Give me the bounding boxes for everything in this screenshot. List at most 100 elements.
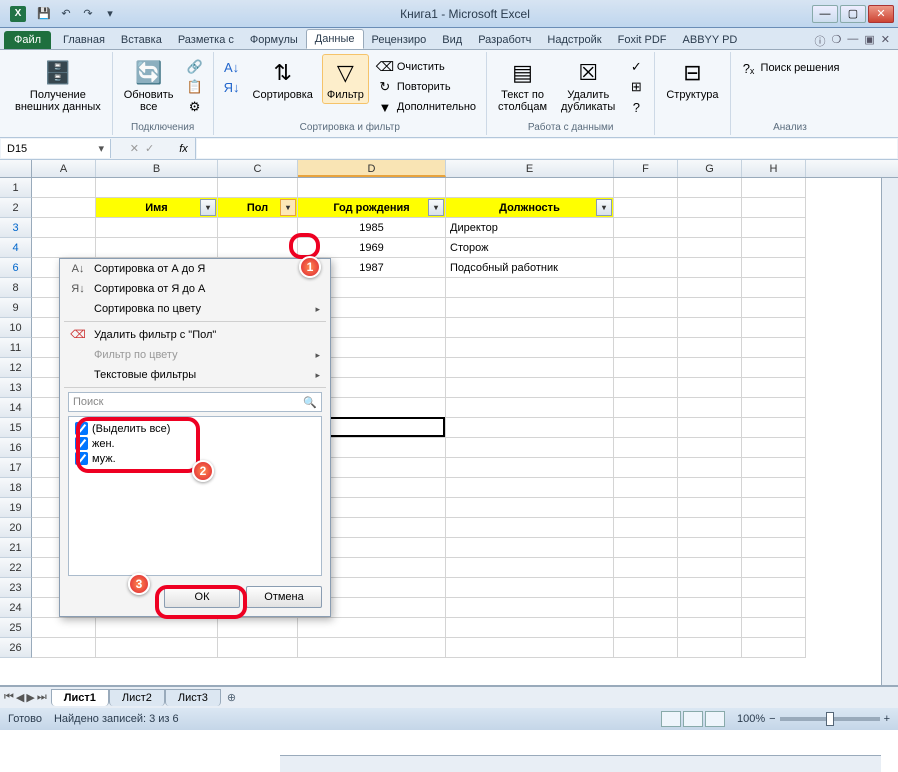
checkbox[interactable] xyxy=(75,422,88,435)
cell-F23[interactable] xyxy=(614,578,678,598)
cell-H20[interactable] xyxy=(742,518,806,538)
filter-dropdown-C[interactable]: ▾ xyxy=(280,199,296,216)
cell-E8[interactable] xyxy=(446,278,614,298)
cell-H21[interactable] xyxy=(742,538,806,558)
cell-G25[interactable] xyxy=(678,618,742,638)
row-header[interactable]: 3 xyxy=(0,218,32,238)
page-break-view-button[interactable] xyxy=(705,711,725,727)
cell-H25[interactable] xyxy=(742,618,806,638)
cell-A25[interactable] xyxy=(32,618,96,638)
cell-E22[interactable] xyxy=(446,558,614,578)
sort-asc-item[interactable]: A↓ Сортировка от А до Я xyxy=(60,259,330,279)
row-header[interactable]: 12 xyxy=(0,358,32,378)
row-header[interactable]: 21 xyxy=(0,538,32,558)
cell-F14[interactable] xyxy=(614,398,678,418)
zoom-out-button[interactable]: − xyxy=(769,713,775,725)
col-E[interactable]: E xyxy=(446,160,614,177)
row-header[interactable]: 4 xyxy=(0,238,32,258)
cell-G22[interactable] xyxy=(678,558,742,578)
tab-view[interactable]: Вид xyxy=(434,31,470,49)
tab-foxit[interactable]: Foxit PDF xyxy=(610,31,675,49)
cell-H10[interactable] xyxy=(742,318,806,338)
cell-B26[interactable] xyxy=(96,638,218,658)
cell-B1[interactable] xyxy=(96,178,218,198)
cell-F15[interactable] xyxy=(614,418,678,438)
cell-A4[interactable] xyxy=(32,238,96,258)
cell-F10[interactable] xyxy=(614,318,678,338)
solver-button[interactable]: ?ₓПоиск решения xyxy=(737,54,844,77)
cell-E2[interactable]: Должность▾ xyxy=(446,198,614,218)
cell-A3[interactable] xyxy=(32,218,96,238)
cell-D1[interactable] xyxy=(298,178,446,198)
cell-C2[interactable]: Пол▾ xyxy=(218,198,298,218)
vertical-scrollbar[interactable] xyxy=(881,178,898,685)
cell-H13[interactable] xyxy=(742,378,806,398)
check-select-all[interactable]: (Выделить все) xyxy=(73,421,317,436)
cell-F11[interactable] xyxy=(614,338,678,358)
page-layout-view-button[interactable] xyxy=(683,711,703,727)
cell-E26[interactable] xyxy=(446,638,614,658)
cell-E23[interactable] xyxy=(446,578,614,598)
check-item-female[interactable]: жен. xyxy=(73,436,317,451)
minimize-ribbon-icon[interactable]: ⓘ xyxy=(815,33,826,49)
cell-C3[interactable] xyxy=(218,218,298,238)
reapply-button[interactable]: ↻Повторить xyxy=(373,78,480,96)
consolidate-button[interactable]: ⊞ xyxy=(624,78,648,96)
cell-H23[interactable] xyxy=(742,578,806,598)
maximize-button[interactable]: ▢ xyxy=(840,5,866,23)
row-header[interactable]: 1 xyxy=(0,178,32,198)
cell-H12[interactable] xyxy=(742,358,806,378)
cell-G24[interactable] xyxy=(678,598,742,618)
text-to-columns-button[interactable]: ▤ Текст по столбцам xyxy=(493,54,552,116)
filter-dropdown-B[interactable]: ▾ xyxy=(200,199,216,216)
name-box[interactable]: D15 ▾ xyxy=(1,139,111,158)
cell-H15[interactable] xyxy=(742,418,806,438)
zoom-slider[interactable] xyxy=(780,717,880,721)
last-sheet-icon[interactable]: ⏭ xyxy=(37,691,47,704)
tab-addins[interactable]: Надстройк xyxy=(539,31,609,49)
help-icon[interactable]: ❍ xyxy=(832,33,842,49)
cell-H24[interactable] xyxy=(742,598,806,618)
cell-H19[interactable] xyxy=(742,498,806,518)
tab-insert[interactable]: Вставка xyxy=(113,31,170,49)
row-header[interactable]: 16 xyxy=(0,438,32,458)
advanced-button[interactable]: ▼Дополнительно xyxy=(373,98,480,116)
next-sheet-icon[interactable]: ▶ xyxy=(26,691,34,704)
cell-G17[interactable] xyxy=(678,458,742,478)
col-B[interactable]: B xyxy=(96,160,218,177)
row-header[interactable]: 14 xyxy=(0,398,32,418)
prev-sheet-icon[interactable]: ◀ xyxy=(16,691,24,704)
cell-H11[interactable] xyxy=(742,338,806,358)
minimize-button[interactable]: — xyxy=(812,5,838,23)
cell-F16[interactable] xyxy=(614,438,678,458)
cell-G4[interactable] xyxy=(678,238,742,258)
outline-button[interactable]: ⊟ Структура xyxy=(661,54,723,104)
formula-input[interactable] xyxy=(197,139,897,158)
tab-formulas[interactable]: Формулы xyxy=(242,31,306,49)
row-header[interactable]: 18 xyxy=(0,478,32,498)
cell-C26[interactable] xyxy=(218,638,298,658)
cell-H6[interactable] xyxy=(742,258,806,278)
tab-data[interactable]: Данные xyxy=(306,29,364,49)
row-header[interactable]: 20 xyxy=(0,518,32,538)
cell-G1[interactable] xyxy=(678,178,742,198)
cell-E24[interactable] xyxy=(446,598,614,618)
checkbox[interactable] xyxy=(75,452,88,465)
cell-G10[interactable] xyxy=(678,318,742,338)
row-header[interactable]: 24 xyxy=(0,598,32,618)
cell-F17[interactable] xyxy=(614,458,678,478)
cell-F18[interactable] xyxy=(614,478,678,498)
cell-E16[interactable] xyxy=(446,438,614,458)
cell-F13[interactable] xyxy=(614,378,678,398)
sheet-tab-1[interactable]: Лист1 xyxy=(51,689,109,706)
cell-H4[interactable] xyxy=(742,238,806,258)
undo-icon[interactable]: ↶ xyxy=(58,6,74,22)
cell-F2[interactable] xyxy=(614,198,678,218)
tab-layout[interactable]: Разметка с xyxy=(170,31,242,49)
cell-G9[interactable] xyxy=(678,298,742,318)
connections-button[interactable]: 🔗 xyxy=(183,58,207,76)
checkbox[interactable] xyxy=(75,437,88,450)
cell-F6[interactable] xyxy=(614,258,678,278)
first-sheet-icon[interactable]: ⏮ xyxy=(4,691,14,704)
filter-button[interactable]: ▽ Фильтр xyxy=(322,54,369,104)
